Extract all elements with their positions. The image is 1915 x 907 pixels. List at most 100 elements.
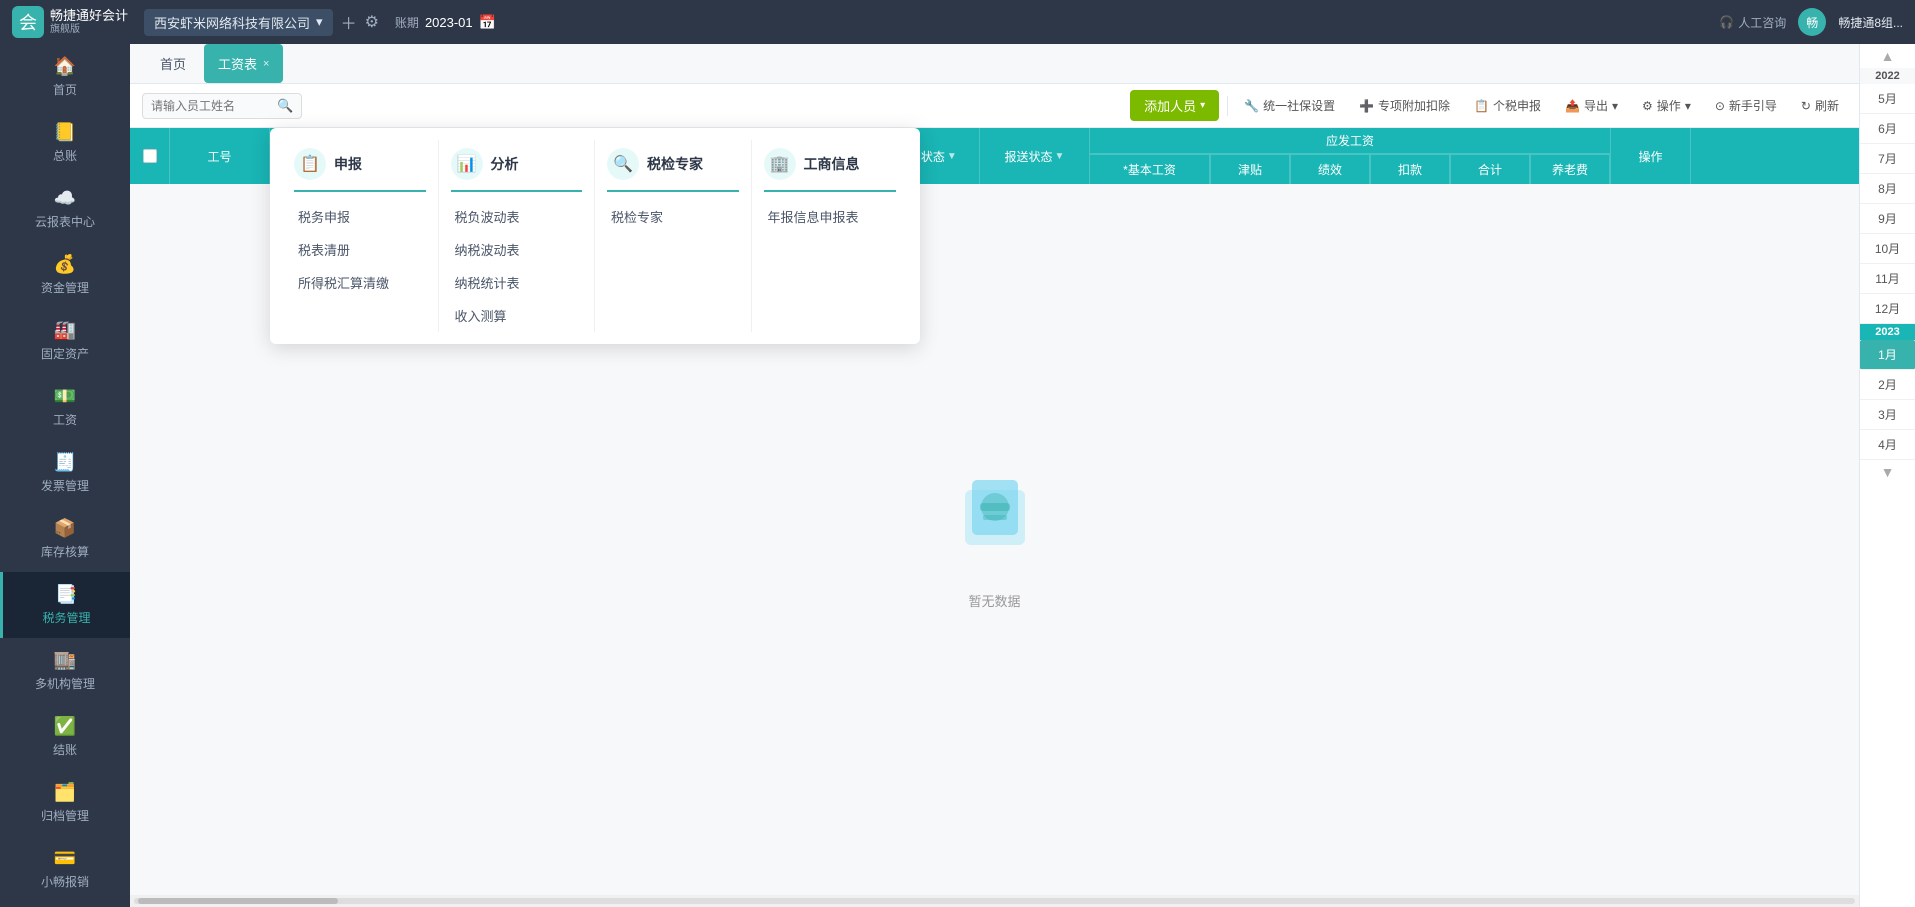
tax-return-button[interactable]: 📋 个税申报 bbox=[1466, 93, 1549, 118]
sidebar-item-fund[interactable]: 💰 资金管理 bbox=[0, 242, 130, 308]
headphone-icon: 🎧 bbox=[1719, 15, 1734, 29]
menu-item-tax-declaration[interactable]: 税务申报 bbox=[294, 200, 426, 233]
tax-icon: 📑 bbox=[55, 584, 77, 605]
operation-button[interactable]: ⚙ 操作 ▾ bbox=[1634, 93, 1699, 118]
export-label: 导出 bbox=[1584, 97, 1608, 114]
add-person-label: 添加人员 bbox=[1144, 96, 1196, 115]
menu-item-tax-burden[interactable]: 税负波动表 bbox=[451, 200, 583, 233]
month-6[interactable]: 6月 bbox=[1860, 114, 1915, 144]
month-1[interactable]: 1月 bbox=[1860, 340, 1915, 370]
filter-icon: ▼ bbox=[947, 151, 957, 162]
month-3[interactable]: 3月 bbox=[1860, 400, 1915, 430]
settings-icon[interactable]: ⚙ bbox=[365, 12, 379, 32]
th-total: 合计 bbox=[1450, 154, 1530, 184]
refresh-button[interactable]: ↻ 刷新 bbox=[1793, 93, 1847, 118]
sidebar-item-invoice[interactable]: 🧾 发票管理 bbox=[0, 440, 130, 506]
th-report[interactable]: 报送状态 ▼ bbox=[980, 128, 1090, 184]
add-company-icon[interactable]: ＋ bbox=[341, 10, 357, 34]
menu-item-annual-report[interactable]: 年报信息申报表 bbox=[764, 200, 897, 233]
month-2[interactable]: 2月 bbox=[1860, 370, 1915, 400]
help-link[interactable]: 🎧 人工咨询 bbox=[1719, 14, 1786, 31]
invoice-icon: 🧾 bbox=[54, 452, 76, 473]
sidebar-item-inventory[interactable]: 📦 库存核算 bbox=[0, 506, 130, 572]
op-icon: ⚙ bbox=[1642, 99, 1653, 113]
menu-item-tax-check[interactable]: 税检专家 bbox=[607, 200, 739, 233]
sidebar-item-cloud[interactable]: ☁️ 云报表中心 bbox=[0, 176, 130, 242]
tab-home[interactable]: 首页 bbox=[146, 44, 200, 83]
sidebar-item-home[interactable]: 🏠 首页 bbox=[0, 44, 130, 110]
multi-icon: 🏬 bbox=[54, 650, 76, 671]
home-icon: 🏠 bbox=[54, 56, 76, 77]
settle-icon: ✅ bbox=[54, 716, 76, 737]
fund-icon: 💰 bbox=[54, 254, 76, 275]
panel-nav-down[interactable]: ▼ bbox=[1860, 460, 1915, 484]
month-5[interactable]: 5月 bbox=[1860, 84, 1915, 114]
menu-item-tax-table[interactable]: 税表清册 bbox=[294, 233, 426, 266]
dropdown-col-taxcheck: 🔍 税检专家 税检专家 bbox=[595, 140, 752, 332]
tab-close-icon[interactable]: × bbox=[263, 58, 269, 70]
period-info: 账期 2023-01 📅 bbox=[395, 14, 496, 31]
sidebar-item-label: 工资 bbox=[53, 411, 77, 428]
logo-text: 畅捷通好会计 旗舰版 bbox=[50, 8, 128, 36]
analysis-icon: 📊 bbox=[451, 148, 483, 180]
th-checkbox[interactable] bbox=[130, 128, 170, 184]
sidebar-item-asset[interactable]: 🏭 固定资产 bbox=[0, 308, 130, 374]
dropdown-col-analysis-header: 📊 分析 bbox=[451, 140, 583, 192]
sidebar-item-multi[interactable]: 🏬 多机构管理 bbox=[0, 638, 130, 704]
calendar-icon[interactable]: 📅 bbox=[479, 14, 496, 31]
guide-button[interactable]: ⊙ 新手引导 bbox=[1707, 93, 1785, 118]
menu-item-tax-stats[interactable]: 纳税统计表 bbox=[451, 266, 583, 299]
horizontal-scrollbar[interactable] bbox=[130, 895, 1859, 907]
sidebar-item-tax[interactable]: 📑 税务管理 bbox=[0, 572, 130, 638]
tax-return-label: 个税申报 bbox=[1493, 97, 1541, 114]
header-checkbox[interactable] bbox=[143, 149, 157, 163]
dropdown-col-business: 🏢 工商信息 年报信息申报表 bbox=[752, 140, 909, 332]
dropdown-col-apply-header: 📋 申报 bbox=[294, 140, 426, 192]
special-deduction-button[interactable]: ➕ 专项附加扣除 bbox=[1351, 93, 1458, 118]
app-logo: 会 畅捷通好会计 旗舰版 bbox=[12, 6, 128, 38]
scrollbar-thumb[interactable] bbox=[138, 898, 338, 904]
month-12[interactable]: 12月 bbox=[1860, 294, 1915, 324]
tab-salary-label: 工资表 bbox=[218, 54, 257, 73]
sidebar-item-expense[interactable]: 💳 小畅报销 bbox=[0, 836, 130, 902]
month-11[interactable]: 11月 bbox=[1860, 264, 1915, 294]
business-icon: 🏢 bbox=[764, 148, 796, 180]
salary-icon: 💵 bbox=[54, 386, 76, 407]
sidebar-item-salary[interactable]: 💵 工资 bbox=[0, 374, 130, 440]
business-title: 工商信息 bbox=[804, 154, 860, 174]
month-9[interactable]: 9月 bbox=[1860, 204, 1915, 234]
export-button[interactable]: 📤 导出 ▾ bbox=[1557, 93, 1626, 118]
month-4[interactable]: 4月 bbox=[1860, 430, 1915, 460]
company-selector[interactable]: 西安虾米网络科技有限公司 ▾ bbox=[144, 9, 333, 36]
dropdown-arrow-icon: ▾ bbox=[1200, 100, 1205, 111]
th-id: 工号 bbox=[170, 128, 270, 184]
panel-nav-up[interactable]: ▲ bbox=[1860, 44, 1915, 68]
month-8[interactable]: 8月 bbox=[1860, 174, 1915, 204]
analysis-title: 分析 bbox=[491, 154, 519, 174]
filter-icon: ▼ bbox=[1055, 151, 1065, 162]
empty-state: 暂无数据 bbox=[950, 470, 1040, 610]
toolbar: 🔍 添加人员 ▾ 🔧 统一社保设置 ➕ 专项附加扣除 📋 个税申报 bbox=[130, 84, 1859, 128]
search-input[interactable] bbox=[151, 99, 271, 113]
sidebar-item-ledger[interactable]: 📒 总账 bbox=[0, 110, 130, 176]
empty-icon bbox=[950, 470, 1040, 579]
tab-salary[interactable]: 工资表 × bbox=[204, 44, 283, 83]
social-insurance-button[interactable]: 🔧 统一社保设置 bbox=[1236, 93, 1343, 118]
sidebar-item-settings[interactable]: ⚙️ 基础设置 bbox=[0, 902, 130, 907]
sidebar-item-label: 多机构管理 bbox=[35, 675, 95, 692]
separator bbox=[1227, 96, 1228, 116]
dropdown-grid: 📋 申报 税务申报 税表清册 所得税汇算清缴 📊 分析 税负波动表 纳税波动表 … bbox=[282, 140, 908, 332]
sidebar-item-settle[interactable]: ✅ 结账 bbox=[0, 704, 130, 770]
th-deduct-label: 扣款 bbox=[1398, 161, 1422, 178]
search-box[interactable]: 🔍 bbox=[142, 93, 302, 119]
month-10[interactable]: 10月 bbox=[1860, 234, 1915, 264]
year-2022-label: 2022 bbox=[1860, 68, 1915, 84]
sidebar-item-archive[interactable]: 🗂️ 归档管理 bbox=[0, 770, 130, 836]
th-report-label: 报送状态 bbox=[1005, 148, 1053, 165]
menu-item-income-estimate[interactable]: 收入测算 bbox=[451, 299, 583, 332]
menu-item-income-tax-clearance[interactable]: 所得税汇算清缴 bbox=[294, 266, 426, 299]
month-7[interactable]: 7月 bbox=[1860, 144, 1915, 174]
right-panel: ▲ 2022 5月 6月 7月 8月 9月 10月 11月 12月 2023 1… bbox=[1859, 44, 1915, 907]
menu-item-tax-fluctuation[interactable]: 纳税波动表 bbox=[451, 233, 583, 266]
add-person-button[interactable]: 添加人员 ▾ bbox=[1130, 90, 1219, 121]
